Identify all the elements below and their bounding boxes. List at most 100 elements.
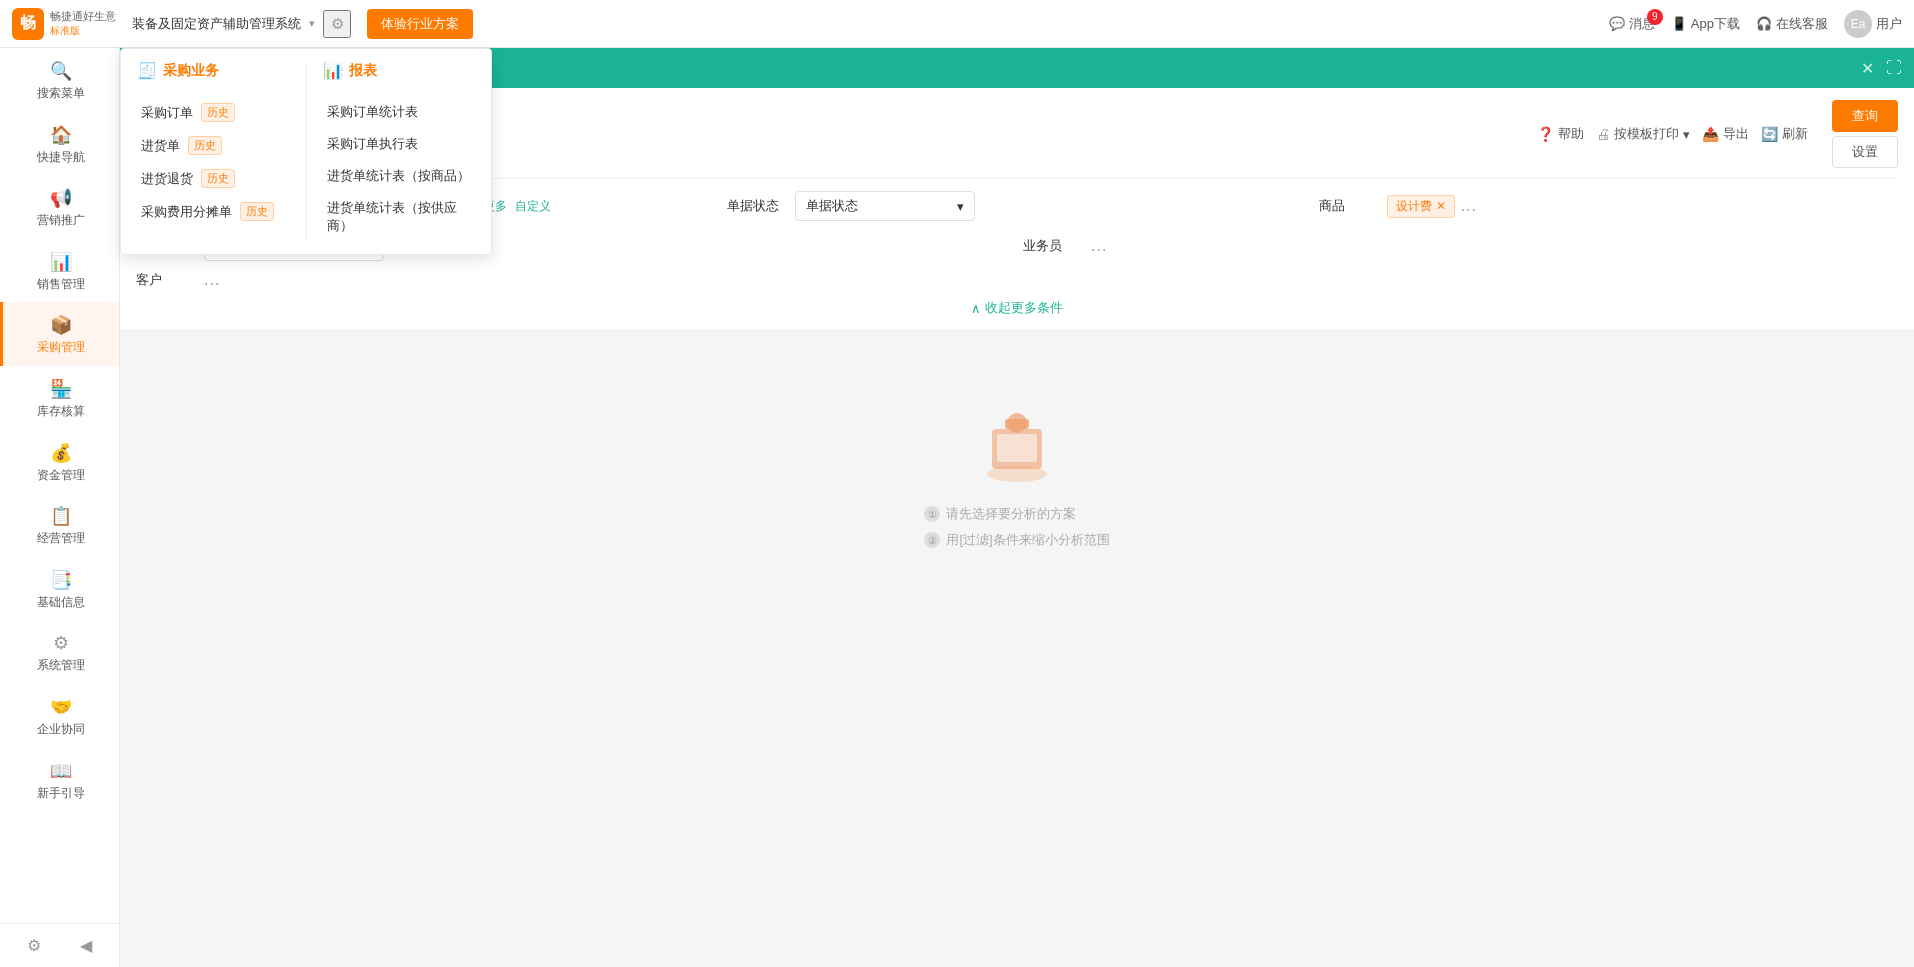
export-icon: 📤 — [1702, 126, 1719, 142]
system-title-dropdown-icon[interactable]: ▾ — [309, 17, 315, 30]
sidebar-item-quick-nav[interactable]: 🏠 快捷导航 — [0, 112, 119, 176]
sidebar-label-sales: 销售管理 — [37, 277, 85, 293]
menu-incoming-stats-goods[interactable]: 进货单统计表（按商品） — [323, 160, 476, 192]
menu-expense[interactable]: 采购费用分摊单 历史 — [137, 195, 290, 228]
doc-status-select[interactable]: 单据状态 ▾ — [795, 191, 975, 221]
sidebar-label-guide: 新手引导 — [37, 786, 85, 802]
export-button[interactable]: 📤 导出 — [1702, 125, 1749, 143]
system-title: 装备及固定资产辅助管理系统 — [132, 15, 301, 33]
finance-icon: 💰 — [50, 442, 72, 464]
sidebar-label-system: 系统管理 — [37, 658, 85, 674]
sidebar-label-operations: 经营管理 — [37, 531, 85, 547]
sidebar-collapse-icon[interactable]: ◀ — [80, 936, 92, 955]
report-col-icon: 📊 — [323, 61, 343, 80]
business-col-icon: 🧾 — [137, 61, 157, 80]
sidebar-item-finance[interactable]: 💰 资金管理 — [0, 430, 119, 494]
goods-tag-close-icon[interactable]: ✕ — [1436, 199, 1446, 213]
shortcut-custom[interactable]: 自定义 — [515, 198, 551, 215]
goods-tag-text: 设计费 — [1396, 198, 1432, 215]
customer-dots[interactable]: ... — [204, 271, 220, 289]
industry-button[interactable]: 体验行业方案 — [367, 9, 473, 39]
sidebar-item-marketing[interactable]: 📢 营销推广 — [0, 175, 119, 239]
filter-divider: ∧ 收起更多条件 — [136, 299, 1898, 317]
collapse-button[interactable]: ∧ 收起更多条件 — [971, 299, 1063, 317]
system-title-area: 装备及固定资产辅助管理系统 ▾ ⚙ 体验行业方案 — [132, 9, 1609, 39]
print-icon: 🖨 — [1596, 126, 1610, 142]
home-icon: 🏠 — [50, 124, 72, 146]
report-col-title: 📊 报表 — [323, 61, 476, 86]
top-header: 畅 畅捷通好生意 标准版 装备及固定资产辅助管理系统 ▾ ⚙ 体验行业方案 💬 … — [0, 0, 1914, 48]
message-badge: 9 — [1647, 9, 1663, 25]
filter-row-3: 客户 ... — [136, 271, 1898, 289]
purchase-dropdown-menu: 🧾 采购业务 采购订单 历史 进货单 历史 进货退货 历史 采购费用分摊单 历史 — [120, 48, 492, 255]
header-right: 💬 消息 9 📱 App下载 🎧 在线客服 Ea 用户 — [1609, 10, 1902, 38]
sidebar: 🔍 搜索菜单 🏠 快捷导航 📢 营销推广 📊 销售管理 📦 采购管理 🏪 库存核… — [0, 48, 120, 967]
customer-label: 客户 — [136, 271, 196, 289]
svg-rect-4 — [1005, 419, 1029, 429]
purchase-order-history-badge[interactable]: 历史 — [201, 103, 235, 122]
logo-badge: 标准版 — [50, 24, 116, 38]
refresh-button[interactable]: 🔄 刷新 — [1761, 125, 1808, 143]
sidebar-label-marketing: 营销推广 — [37, 213, 85, 229]
sidebar-item-guide[interactable]: 📖 新手引导 — [0, 748, 119, 812]
guide-icon: 📖 — [50, 760, 72, 782]
menu-incoming-stats-supplier[interactable]: 进货单统计表（按供应商） — [323, 192, 476, 242]
app-download-button[interactable]: 📱 App下载 — [1671, 15, 1740, 33]
tip2-text: 用[过滤]条件来缩小分析范围 — [946, 531, 1109, 549]
sidebar-label-finance: 资金管理 — [37, 468, 85, 484]
operations-icon: 📋 — [50, 505, 72, 527]
return-history-badge[interactable]: 历史 — [201, 169, 235, 188]
sidebar-item-system[interactable]: ⚙ 系统管理 — [0, 620, 119, 684]
online-service-button[interactable]: 🎧 在线客服 — [1756, 15, 1828, 33]
menu-incoming[interactable]: 进货单 历史 — [137, 129, 290, 162]
query-button[interactable]: 查询 — [1832, 100, 1898, 132]
sidebar-item-enterprise[interactable]: 🤝 企业协同 — [0, 684, 119, 748]
settings-button[interactable]: ⚙ — [323, 10, 351, 38]
print-button[interactable]: 🖨 按模板打印 ▾ — [1596, 125, 1690, 143]
doc-status-arrow-icon: ▾ — [957, 199, 964, 214]
phone-icon: 📱 — [1671, 16, 1687, 31]
sidebar-label-inventory: 库存核算 — [37, 404, 85, 420]
incoming-history-badge[interactable]: 历史 — [188, 136, 222, 155]
expense-history-badge[interactable]: 历史 — [240, 202, 274, 221]
tip1-text: 请先选择要分析的方案 — [946, 505, 1076, 523]
sidebar-item-basic-info[interactable]: 📑 基础信息 — [0, 557, 119, 621]
menu-incoming-label: 进货单 — [141, 137, 180, 155]
sidebar-settings-icon[interactable]: ⚙ — [27, 936, 41, 955]
message-icon: 💬 — [1609, 16, 1625, 31]
system-icon: ⚙ — [53, 632, 69, 654]
inventory-icon: 🏪 — [50, 378, 72, 400]
menu-return[interactable]: 进货退货 历史 — [137, 162, 290, 195]
set-button[interactable]: 设置 — [1832, 136, 1898, 168]
salesperson-dots[interactable]: ... — [1091, 237, 1107, 255]
logo-text-block: 畅捷通好生意 标准版 — [50, 9, 116, 37]
menu-incoming-stats-supplier-label: 进货单统计表（按供应商） — [327, 199, 472, 235]
logo-area: 畅 畅捷通好生意 标准版 — [12, 8, 132, 40]
sidebar-item-search[interactable]: 🔍 搜索菜单 — [0, 48, 119, 112]
help-button[interactable]: ❓ 帮助 — [1537, 125, 1584, 143]
sidebar-label-purchase: 采购管理 — [37, 340, 85, 356]
collapse-icon: ∧ — [971, 301, 981, 316]
tip2-bullet: ② — [924, 532, 940, 548]
menu-purchase-order[interactable]: 采购订单 历史 — [137, 96, 290, 129]
enterprise-icon: 🤝 — [50, 696, 72, 718]
empty-tip-2: ② 用[过滤]条件来缩小分析范围 — [924, 531, 1109, 549]
sidebar-item-operations[interactable]: 📋 经营管理 — [0, 493, 119, 557]
refresh-icon: 🔄 — [1761, 126, 1778, 142]
sidebar-item-inventory[interactable]: 🏪 库存核算 — [0, 366, 119, 430]
user-menu-button[interactable]: Ea 用户 — [1844, 10, 1902, 38]
message-button[interactable]: 💬 消息 9 — [1609, 15, 1655, 33]
purchase-business-col: 🧾 采购业务 采购订单 历史 进货单 历史 进货退货 历史 采购费用分摊单 历史 — [121, 61, 306, 242]
menu-return-label: 进货退货 — [141, 170, 193, 188]
sidebar-item-sales[interactable]: 📊 销售管理 — [0, 239, 119, 303]
avatar: Ea — [1844, 10, 1872, 38]
tab-close-window-icon[interactable]: ✕ — [1857, 55, 1878, 82]
sidebar-item-purchase[interactable]: 📦 采购管理 — [0, 302, 119, 366]
menu-order-exec[interactable]: 采购订单执行表 — [323, 128, 476, 160]
empty-state: ① 请先选择要分析的方案 ② 用[过滤]条件来缩小分析范围 — [120, 329, 1914, 629]
sidebar-label-quick-nav: 快捷导航 — [37, 150, 85, 166]
tab-maximize-icon[interactable]: ⛶ — [1882, 55, 1906, 81]
basic-info-icon: 📑 — [50, 569, 72, 591]
goods-dots[interactable]: ... — [1461, 197, 1477, 215]
menu-order-stats[interactable]: 采购订单统计表 — [323, 96, 476, 128]
